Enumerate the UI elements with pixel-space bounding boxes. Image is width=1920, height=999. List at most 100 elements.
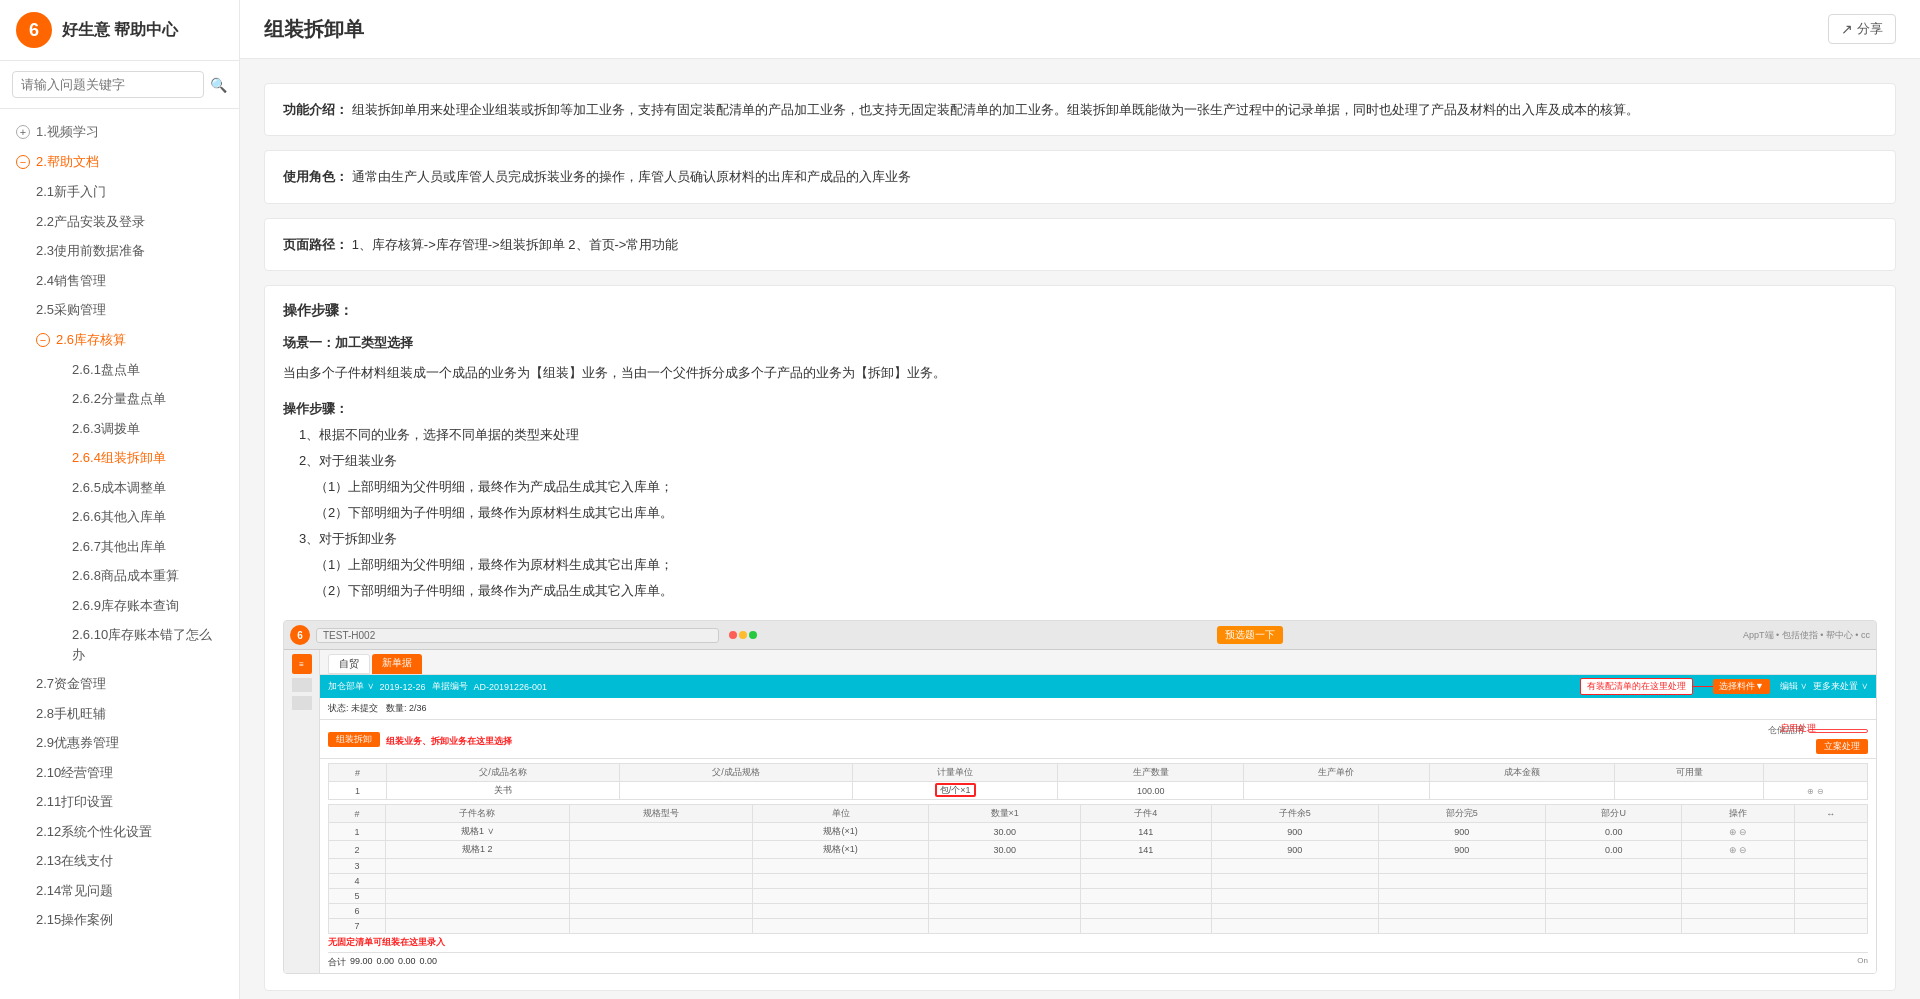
- sub-th-spec: 规格型号: [569, 805, 752, 823]
- sidebar-item-purchase-mgmt[interactable]: 2.5采购管理: [36, 295, 239, 325]
- sub-table-row-6: 6: [329, 904, 1868, 919]
- select-btn: 选择料件▼: [1713, 679, 1770, 694]
- sidebar-item-transfer[interactable]: 2.6.3调拨单: [72, 414, 239, 444]
- step3-sub1: （1）上部明细为父件明细，最终作为原材料生成其它出库单；: [315, 552, 1877, 578]
- total-v3: 0.00: [398, 956, 416, 969]
- search-input[interactable]: [12, 71, 204, 98]
- sub-th-qty: 数量×1: [929, 805, 1081, 823]
- sub-th-sub4: 部分U: [1545, 805, 1682, 823]
- sub-th-ops: 操作: [1682, 805, 1794, 823]
- th-unit-price: 生产单价: [1244, 764, 1430, 782]
- feature-intro-label: 功能介绍：: [283, 102, 348, 117]
- sidebar-item-inventory-ledger[interactable]: 2.6.9库存账本查询: [72, 591, 239, 621]
- use-role-label: 使用角色：: [283, 169, 348, 184]
- screenshot-box: 6 TEST-H002 预选题一下 AppT端 • 包括使指 • 帮中心 • c…: [283, 620, 1877, 974]
- annotation-enable: 启用处理: [1780, 722, 1816, 735]
- content-area: 功能介绍： 组装拆卸单用来处理企业组装或拆卸等加工业务，支持有固定装配清单的产品…: [240, 59, 1920, 999]
- app-logo-sm: 6: [290, 625, 310, 645]
- sidebar-item-cost-recalc[interactable]: 2.6.8商品成本重算: [72, 561, 239, 591]
- sidebar-item-inventory[interactable]: − 2.6库存核算: [36, 325, 239, 355]
- sidebar-item-cost-adjust[interactable]: 2.6.5成本调整单: [72, 473, 239, 503]
- total-v1: 99.00: [350, 956, 373, 969]
- sidebar-item-label: 2.6库存核算: [56, 331, 126, 349]
- sidebar-item-sales-mgmt[interactable]: 2.4销售管理: [36, 266, 239, 296]
- sidebar-item-new-user[interactable]: 2.1新手入门: [36, 177, 239, 207]
- th-prod-qty: 生产数量: [1058, 764, 1244, 782]
- search-box: 🔍: [0, 61, 239, 109]
- sidebar-subsection-help-docs: 2.1新手入门 2.2产品安装及登录 2.3使用前数据准备 2.4销售管理 2.…: [0, 177, 239, 935]
- annotation-bom: 有装配清单的在这里处理: [1580, 678, 1693, 695]
- nav-list: + 1.视频学习 − 2.帮助文档 2.1新手入门 2.2产品安装及登录 2.3…: [0, 109, 239, 999]
- sidebar-item-print-settings[interactable]: 2.11打印设置: [36, 787, 239, 817]
- step3-sub2: （2）下部明细为子件明细，最终作为产成品生成其它入库单。: [315, 578, 1877, 604]
- page-title: 组装拆卸单: [264, 16, 364, 43]
- sidebar: 6 好生意 帮助中心 🔍 + 1.视频学习 − 2.帮助文档 2.1新手入门 2…: [0, 0, 240, 999]
- sidebar-item-other-in[interactable]: 2.6.6其他入库单: [72, 502, 239, 532]
- step3: 3、对于拆卸业务: [299, 526, 1877, 552]
- feature-intro-text: 组装拆卸单用来处理企业组装或拆卸等加工业务，支持有固定装配清单的产品加工业务，也…: [352, 102, 1639, 117]
- footer-note: On: [1857, 956, 1868, 969]
- sub-th-sub3: 部分完5: [1378, 805, 1545, 823]
- search-icon[interactable]: 🔍: [210, 77, 227, 93]
- sub-table-row-4: 4: [329, 874, 1868, 889]
- sidebar-item-personalization[interactable]: 2.12系统个性化设置: [36, 817, 239, 847]
- steps-content: 场景一：加工类型选择 当由多个子件材料组装成一个成品的业务为【组装】业务，当由一…: [283, 330, 1877, 604]
- sidebar-item-inventory-error[interactable]: 2.6.10库存账本错了怎么办: [72, 620, 239, 669]
- annotation-assembly: 组装业务、拆卸业务在这里选择: [386, 736, 512, 746]
- step2-sub2: （2）下部明细为子件明细，最终作为原材料生成其它出库单。: [315, 500, 1877, 526]
- sidebar-item-data-prep[interactable]: 2.3使用前数据准备: [36, 236, 239, 266]
- collapse-icon: −: [16, 155, 30, 169]
- warehouse-input[interactable]: [1808, 729, 1868, 733]
- sidebar-item-stocktake[interactable]: 2.6.1盘点单: [72, 355, 239, 385]
- sidebar-item-label: 2.帮助文档: [36, 153, 99, 171]
- sidebar-item-faq[interactable]: 2.14常见问题: [36, 876, 239, 906]
- totals-row: 合计 99.00 0.00 0.00 0.00 On: [328, 952, 1868, 969]
- ops-steps-subtitle: 操作步骤：: [283, 396, 1877, 422]
- sidebar-subsection-inventory: 2.6.1盘点单 2.6.2分量盘点单 2.6.3调拨单 2.6.4组装拆卸单 …: [36, 355, 239, 670]
- step1: 1、根据不同的业务，选择不同单据的类型来处理: [299, 422, 1877, 448]
- sidebar-item-mobile[interactable]: 2.8手机旺辅: [36, 699, 239, 729]
- sub-th-sub2: 子件余5: [1211, 805, 1378, 823]
- sidebar-item-assembly[interactable]: 2.6.4组装拆卸单: [72, 443, 239, 473]
- step2: 2、对于组装业务: [299, 448, 1877, 474]
- teal-bar: 加仓部单 ∨ 2019-12-26 单据编号 AD-20191226-001 有…: [320, 675, 1876, 698]
- total-v2: 0.00: [377, 956, 395, 969]
- sidebar-item-online-payment[interactable]: 2.13在线支付: [36, 846, 239, 876]
- total-v4: 0.00: [420, 956, 438, 969]
- brand-title: 好生意 帮助中心: [62, 20, 178, 41]
- app-nav-icon: ≡: [292, 654, 312, 674]
- sidebar-header: 6 好生意 帮助中心: [0, 0, 239, 61]
- use-role-block: 使用角色： 通常由生产人员或库管人员完成拆装业务的操作，库管人员确认原材料的出库…: [264, 150, 1896, 203]
- th-parent-name: 父/成品名称: [386, 764, 619, 782]
- sub-th-unit: 单位: [752, 805, 928, 823]
- page-path-block: 页面路径： 1、库存核算->库存管理->组装拆卸单 2、首页->常用功能: [264, 218, 1896, 271]
- sidebar-item-partial-stocktake[interactable]: 2.6.2分量盘点单: [72, 384, 239, 414]
- sub-table-row-2: 2 规格1 2 规格(×1) 30.00 141 900 900 0.00: [329, 841, 1868, 859]
- sub-th-num: #: [329, 805, 386, 823]
- app-table-area: # 父/成品名称 父/成品规格 计量单位 生产数量 生产单价 成本金额 可用量: [320, 759, 1876, 973]
- action-btn: 立案处理: [1816, 739, 1868, 754]
- sidebar-item-coupon[interactable]: 2.9优惠券管理: [36, 728, 239, 758]
- form-count: 数量: 2/36: [386, 702, 427, 715]
- sidebar-item-install-login[interactable]: 2.2产品安装及登录: [36, 207, 239, 237]
- sidebar-item-finance[interactable]: 2.7资金管理: [36, 669, 239, 699]
- sidebar-item-operations[interactable]: 2.10经营管理: [36, 758, 239, 788]
- sub-th-sub1: 子件4: [1081, 805, 1211, 823]
- operations-block: 操作步骤： 场景一：加工类型选择 当由多个子件材料组装成一个成品的业务为【组装】…: [264, 285, 1896, 991]
- sidebar-item-other-out[interactable]: 2.6.7其他出库单: [72, 532, 239, 562]
- sidebar-item-cases[interactable]: 2.15操作案例: [36, 905, 239, 935]
- ops-title: 操作步骤：: [283, 302, 1877, 320]
- th-num: #: [329, 764, 387, 782]
- top-bar: 组装拆卸单 ↗ 分享: [240, 0, 1920, 59]
- sub-table-row-5: 5: [329, 889, 1868, 904]
- th-ops: [1763, 764, 1867, 782]
- app-url: TEST-H002: [316, 628, 719, 643]
- process-type-btn: 组装拆卸: [328, 732, 380, 747]
- sidebar-item-help-docs[interactable]: − 2.帮助文档: [0, 147, 239, 177]
- share-button[interactable]: ↗ 分享: [1828, 14, 1896, 44]
- app-nav-item2: [292, 696, 312, 710]
- sidebar-item-video-learning[interactable]: + 1.视频学习: [0, 117, 239, 147]
- sub-table-row-7: 7: [329, 919, 1868, 934]
- feature-intro-block: 功能介绍： 组装拆卸单用来处理企业组装或拆卸等加工业务，支持有固定装配清单的产品…: [264, 83, 1896, 136]
- sidebar-item-label: 1.视频学习: [36, 123, 99, 141]
